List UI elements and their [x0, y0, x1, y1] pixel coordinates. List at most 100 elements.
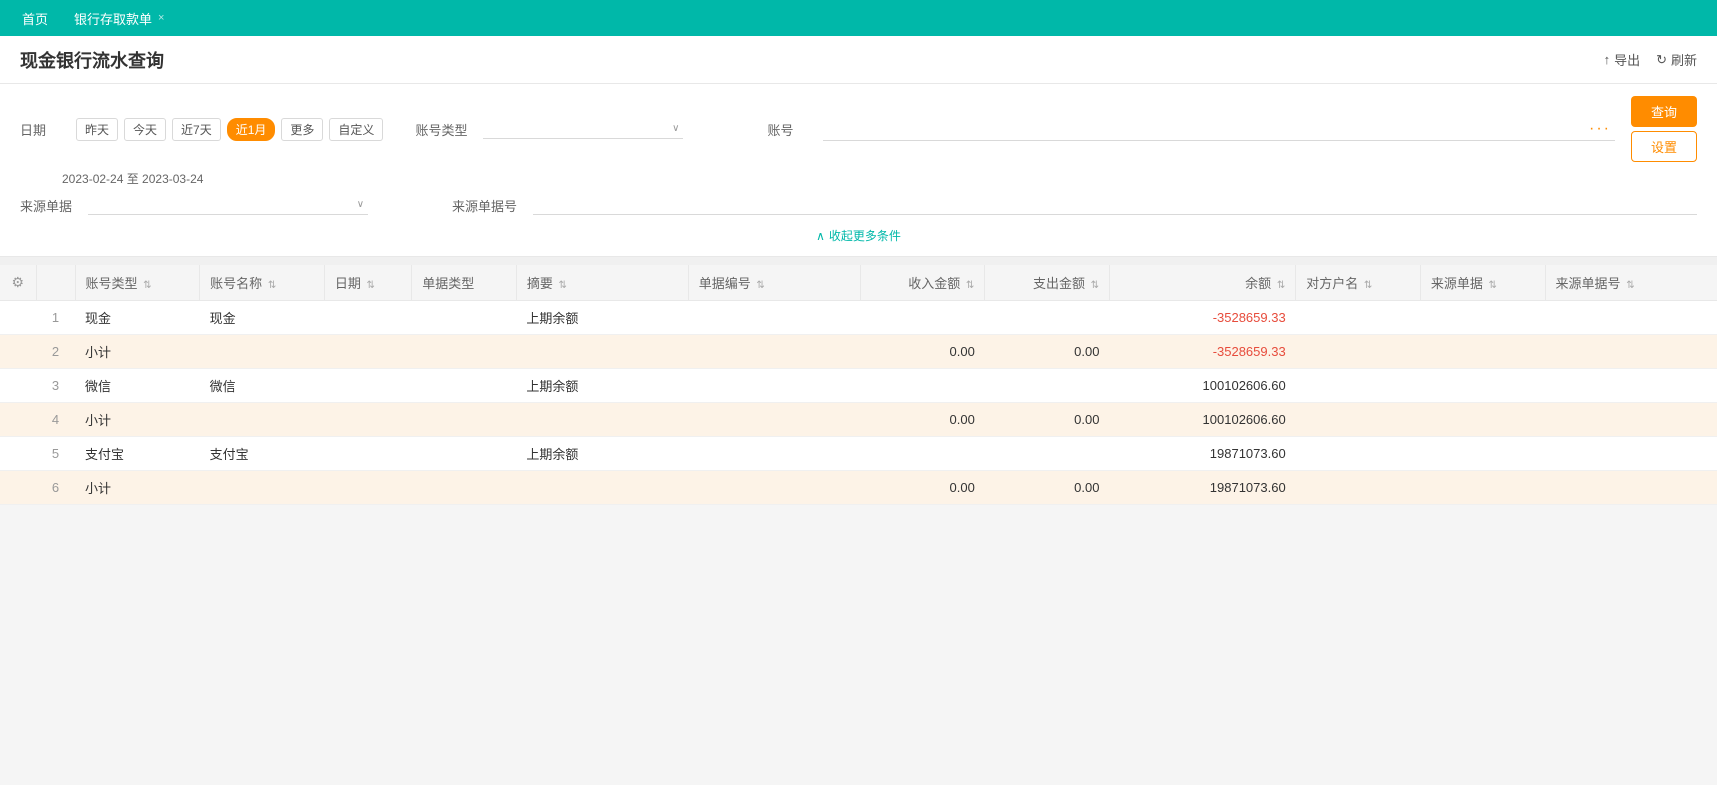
setting-button[interactable]: 设置 [1631, 131, 1697, 162]
th-income: 收入金额 ⇅ [860, 265, 985, 301]
row-account-name-4: 支付宝 [200, 437, 325, 471]
divider [0, 257, 1717, 265]
query-button[interactable]: 查询 [1631, 96, 1697, 127]
row-summary-0: 上期余额 [516, 301, 688, 335]
date-btn-4[interactable]: 更多 [281, 118, 323, 141]
date-btn-2[interactable]: 近7天 [172, 118, 221, 141]
page-title: 现金银行流水查询 [20, 47, 164, 73]
date-btn-5[interactable]: 自定义 [329, 118, 383, 141]
row-doc-type-3 [412, 403, 517, 437]
table-header: ⚙ 账号类型 ⇅ 账号名称 ⇅ 日期 ⇅ 单据类型 [0, 265, 1717, 301]
row-account-type-3: 小计 [75, 403, 200, 437]
sort-icon-account-name[interactable]: ⇅ [268, 280, 276, 291]
th-gear: ⚙ [0, 265, 36, 301]
nav-tab-close-4[interactable]: × [158, 12, 164, 24]
table-row: 3 微信 微信 上期余额 100102606.60 [0, 369, 1717, 403]
sort-icon-source-doc[interactable]: ⇅ [1489, 280, 1497, 291]
sort-icon-income[interactable]: ⇅ [966, 280, 974, 291]
row-counterpart-1 [1296, 335, 1421, 369]
sort-icon-source-doc-no[interactable]: ⇅ [1626, 280, 1634, 291]
source-doc-no-label: 来源单据号 [452, 196, 517, 215]
row-balance-0: -3528659.33 [1109, 301, 1295, 335]
source-doc-filter: 来源单据 ∨ [20, 195, 420, 215]
th-source-doc-no: 来源单据号 ⇅ [1545, 265, 1717, 301]
page-header: 现金银行流水查询 ↑ 导出 ↻ 刷新 [0, 36, 1717, 84]
source-doc-no-filter: 来源单据号 [452, 195, 1697, 215]
collapse-icon: ∧ [816, 229, 825, 243]
row-source-doc-3 [1420, 403, 1545, 437]
collapse-label: 收起更多条件 [829, 227, 901, 244]
th-summary-label: 摘要 [527, 276, 553, 291]
account-no-input[interactable] [827, 121, 1589, 136]
row-counterpart-5 [1296, 471, 1421, 505]
date-btn-3[interactable]: 近1月 [227, 118, 276, 141]
row-income-0 [860, 301, 985, 335]
row-account-type-5: 小计 [75, 471, 200, 505]
nav-tab-4[interactable]: 银行存取款单 × [62, 0, 202, 36]
date-btn-0[interactable]: 昨天 [76, 118, 118, 141]
th-doc-no: 单据编号 ⇅ [688, 265, 860, 301]
row-counterpart-2 [1296, 369, 1421, 403]
row-source-doc-0 [1420, 301, 1545, 335]
export-button[interactable]: ↑ 导出 [1604, 50, 1641, 69]
row-source-doc-2 [1420, 369, 1545, 403]
row-account-name-3 [200, 403, 325, 437]
sort-icon-account-type[interactable]: ⇅ [143, 280, 151, 291]
row-summary-5 [516, 471, 688, 505]
row-expense-1: 0.00 [985, 335, 1110, 369]
account-type-filter: 账号类型 ∨ [415, 119, 735, 139]
row-doc-no-4 [688, 437, 860, 471]
sort-icon-date[interactable]: ⇅ [366, 280, 374, 291]
filter-area: 日期 昨天今天近7天近1月更多自定义 账号类型 ∨ 账号 ··· 查询 设置 [0, 84, 1717, 257]
table-row: 6 小计 0.00 0.00 19871073.60 [0, 471, 1717, 505]
row-doc-type-2 [412, 369, 517, 403]
source-doc-no-input[interactable] [537, 197, 1693, 212]
data-table: ⚙ 账号类型 ⇅ 账号名称 ⇅ 日期 ⇅ 单据类型 [0, 265, 1717, 505]
sort-icon-balance[interactable]: ⇅ [1277, 280, 1285, 291]
settings-icon[interactable]: ⚙ [11, 274, 24, 290]
source-doc-select[interactable] [88, 195, 368, 214]
th-source-doc-label: 来源单据 [1431, 276, 1483, 291]
top-nav: 首页 收款单×付款单×其他收入单×应收应付调整单×银行存取款单×预收冲应收单×收… [0, 0, 1717, 36]
sort-icon-summary[interactable]: ⇅ [559, 280, 567, 291]
row-balance-4: 19871073.60 [1109, 437, 1295, 471]
sort-icon-counterpart[interactable]: ⇅ [1364, 280, 1372, 291]
sort-icon-doc-no[interactable]: ⇅ [756, 280, 764, 291]
nav-tab-label-4: 银行存取款单 [74, 9, 152, 28]
row-gear-2 [0, 369, 36, 403]
row-source-doc-no-2 [1545, 369, 1717, 403]
row-balance-3: 100102606.60 [1109, 403, 1295, 437]
row-income-1: 0.00 [860, 335, 985, 369]
date-btn-1[interactable]: 今天 [124, 118, 166, 141]
row-doc-type-0 [412, 301, 517, 335]
collapse-bar[interactable]: ∧ 收起更多条件 [20, 223, 1697, 248]
row-source-doc-1 [1420, 335, 1545, 369]
row-doc-type-4 [412, 437, 517, 471]
header-row: ⚙ 账号类型 ⇅ 账号名称 ⇅ 日期 ⇅ 单据类型 [0, 265, 1717, 301]
row-expense-4 [985, 437, 1110, 471]
th-counterpart: 对方户名 ⇅ [1296, 265, 1421, 301]
row-doc-type-5 [412, 471, 517, 505]
row-seq-3: 4 [36, 403, 75, 437]
row-doc-type-1 [412, 335, 517, 369]
ellipsis-button[interactable]: ··· [1589, 120, 1611, 138]
row-account-name-5 [200, 471, 325, 505]
nav-home[interactable]: 首页 [8, 0, 62, 36]
th-account-type-label: 账号类型 [86, 276, 138, 291]
row-seq-1: 2 [36, 335, 75, 369]
row-doc-no-2 [688, 369, 860, 403]
refresh-button[interactable]: ↻ 刷新 [1656, 50, 1697, 69]
row-source-doc-4 [1420, 437, 1545, 471]
row-account-type-2: 微信 [75, 369, 200, 403]
export-icon: ↑ [1604, 52, 1611, 67]
row-doc-no-0 [688, 301, 860, 335]
row-seq-2: 3 [36, 369, 75, 403]
th-source-doc-no-label: 来源单据号 [1556, 276, 1621, 291]
table-row: 5 支付宝 支付宝 上期余额 19871073.60 [0, 437, 1717, 471]
table-row: 4 小计 0.00 0.00 100102606.60 [0, 403, 1717, 437]
sort-icon-expense[interactable]: ⇅ [1091, 280, 1099, 291]
account-type-select-wrapper: ∨ [483, 119, 683, 139]
account-type-select[interactable] [483, 119, 683, 138]
th-seq [36, 265, 75, 301]
row-account-type-1: 小计 [75, 335, 200, 369]
